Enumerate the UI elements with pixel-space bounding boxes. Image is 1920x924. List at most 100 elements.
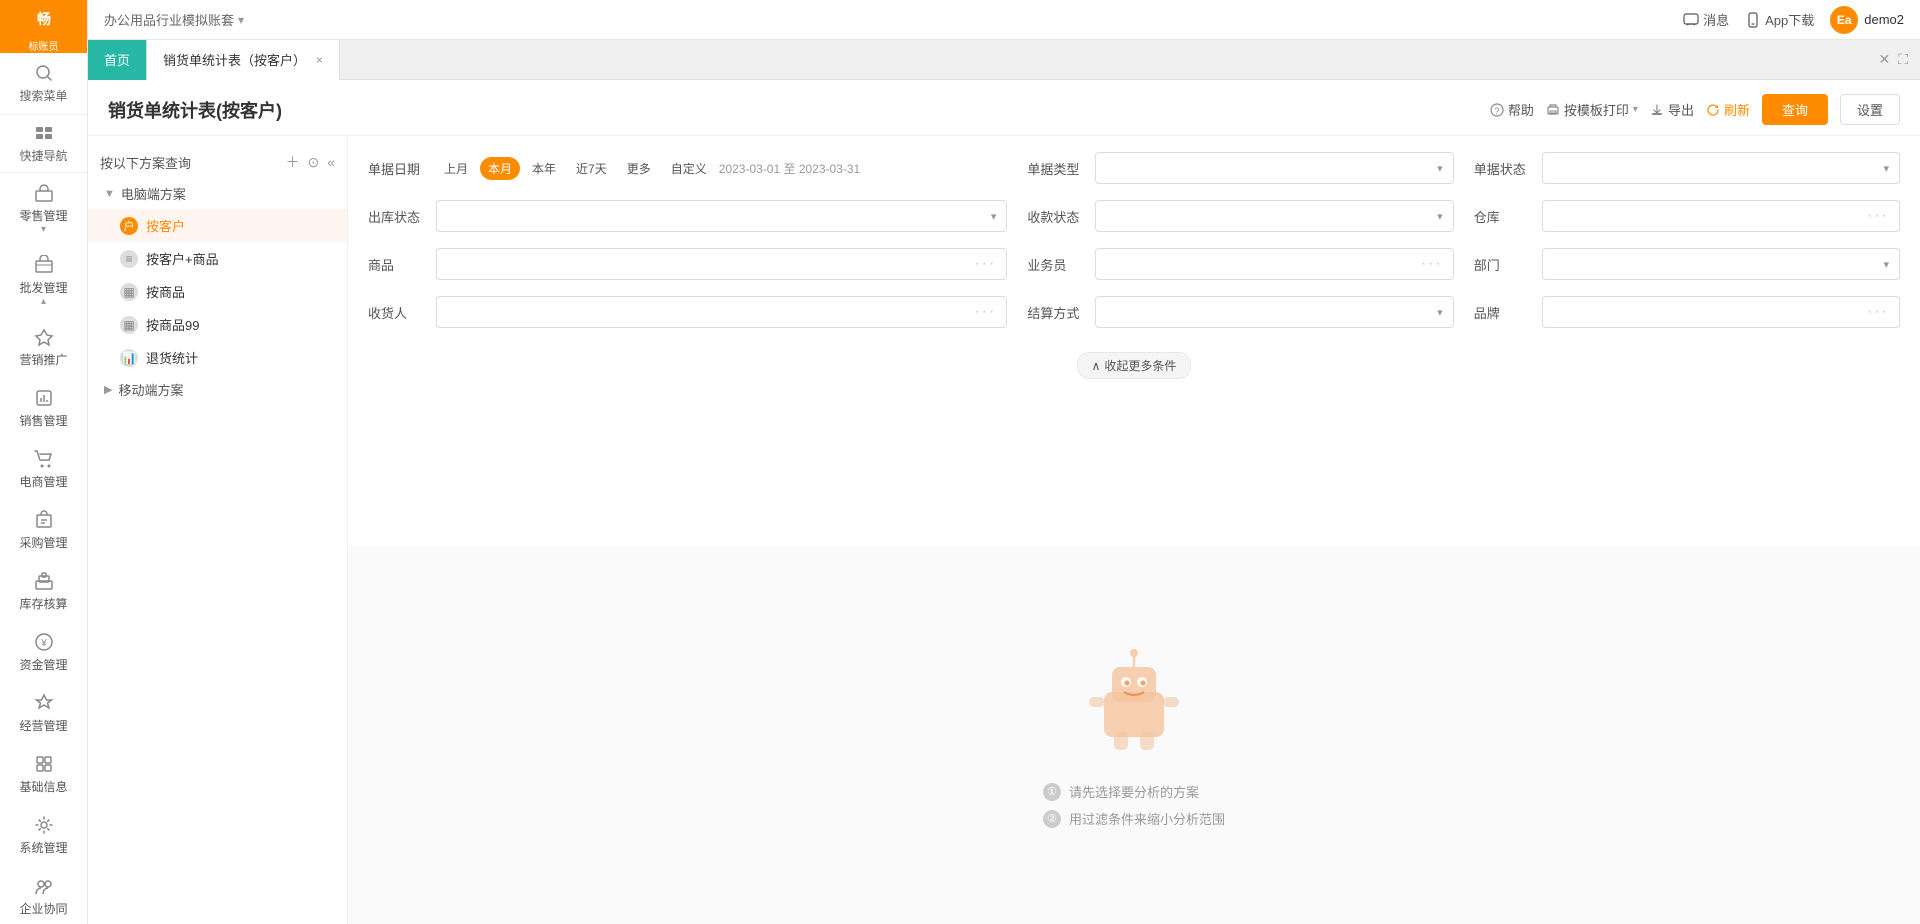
- sidebar-item-ecommerce[interactable]: 电商管理: [0, 439, 87, 500]
- export-icon: [1650, 103, 1664, 117]
- filter-brand-control[interactable]: ···: [1542, 296, 1900, 328]
- logo[interactable]: 畅 标账员: [0, 0, 88, 53]
- empty-illustration: [1074, 642, 1194, 762]
- filter-outbound-label: 出库状态: [368, 207, 428, 226]
- page-actions: ? 帮助 按模板打印 ▾: [1490, 94, 1900, 125]
- filter-warehouse-label: 仓库: [1474, 207, 1534, 226]
- filter-salesperson-dots: ···: [1421, 255, 1443, 273]
- help-btn[interactable]: ? 帮助: [1490, 100, 1534, 119]
- scheme-sub-refund[interactable]: 📊 退货统计: [88, 341, 347, 374]
- filter-payment-control[interactable]: ▾: [1095, 200, 1453, 232]
- scheme-sub-by-customer[interactable]: 户 按客户: [88, 209, 347, 242]
- scheme-group-mobile-header[interactable]: ▶ 移动端方案: [88, 374, 347, 405]
- scheme-group-desktop-arrow: ▼: [104, 188, 115, 200]
- filter-status-control[interactable]: ▾: [1542, 152, 1900, 184]
- tab-active[interactable]: 销货单统计表（按客户） ×: [147, 40, 340, 80]
- filter-settlement-control[interactable]: ▾: [1095, 296, 1453, 328]
- wholesale-icon: [34, 255, 54, 275]
- sidebar-item-inventory[interactable]: 库存核算: [0, 561, 87, 622]
- system-icon: [34, 815, 54, 835]
- scheme-edit-btn[interactable]: ⊙: [307, 154, 319, 171]
- collapse-btn[interactable]: ∧ 收起更多条件: [1077, 352, 1192, 379]
- filter-outbound-control[interactable]: ▾: [436, 200, 1007, 232]
- scheme-collapse-btn[interactable]: «: [327, 154, 335, 170]
- search-icon: [34, 63, 54, 83]
- tab-home[interactable]: 首页: [88, 40, 147, 80]
- tab-close-window-icon[interactable]: ✕: [1878, 51, 1890, 68]
- filter-brand-dots: ···: [1867, 303, 1889, 321]
- filter-goods-label: 商品: [368, 255, 428, 274]
- tab-maximize-icon[interactable]: ⛶: [1898, 51, 1908, 68]
- avatar-text: Ea: [1837, 13, 1852, 27]
- inventory-icon: [34, 571, 54, 591]
- date-btn-custom[interactable]: 自定义: [663, 157, 715, 180]
- topbar-app-btn[interactable]: App下载: [1745, 10, 1814, 29]
- sidebar-item-system[interactable]: 系统管理: [0, 805, 87, 866]
- topbar-title: 办公用品行业模拟账套 ▾: [104, 10, 244, 29]
- print-label: 按模板打印: [1564, 100, 1629, 119]
- scheme-sub-by-customer-goods[interactable]: ≡ 按客户+商品: [88, 242, 347, 275]
- empty-tip-1: ① 请先选择要分析的方案: [1043, 782, 1225, 801]
- filter-warehouse-control[interactable]: ···: [1542, 200, 1900, 232]
- filter-settlement-item: 结算方式 ▾: [1027, 296, 1453, 328]
- filter-goods-control[interactable]: ···: [436, 248, 1007, 280]
- scheme-sub-icon-cg: ≡: [120, 250, 138, 268]
- scheme-sub-by-goods99[interactable]: ▦ 按商品99: [88, 308, 347, 341]
- scheme-sub-label-customer: 按客户: [146, 216, 185, 235]
- filter-type-control[interactable]: ▾: [1095, 152, 1453, 184]
- print-btn[interactable]: 按模板打印 ▾: [1546, 100, 1638, 119]
- refresh-btn[interactable]: 刷新: [1706, 100, 1750, 119]
- collapse-bar: ∧ 收起更多条件: [368, 344, 1900, 387]
- filter-row-1: 单据日期 上月 本月 本年 近7天 更多 自定义 20: [368, 152, 1900, 184]
- filter-goods-dots: ···: [974, 255, 996, 273]
- sidebar-item-basics[interactable]: 基础信息: [0, 744, 87, 805]
- operations-icon: [34, 693, 54, 713]
- date-btn-this-month[interactable]: 本月: [480, 157, 520, 180]
- scheme-group-desktop-header[interactable]: ▼ 电脑端方案: [88, 178, 347, 209]
- filter-department-item: 部门 ▾: [1474, 248, 1900, 280]
- tip-text-1: 请先选择要分析的方案: [1069, 782, 1199, 801]
- quick-nav-btn[interactable]: 快捷导航: [0, 115, 87, 173]
- svg-text:畅: 畅: [37, 11, 51, 27]
- tab-close-btn[interactable]: ×: [316, 53, 323, 67]
- filter-consignee-item: 收货人 ···: [368, 296, 1007, 328]
- query-btn[interactable]: 查询: [1762, 94, 1828, 125]
- sidebar-label-ecommerce: 电商管理: [19, 473, 67, 490]
- sidebar-item-purchase[interactable]: 采购管理: [0, 500, 87, 561]
- msg-label: 消息: [1703, 10, 1729, 29]
- date-btn-this-year[interactable]: 本年: [524, 157, 564, 180]
- scheme-add-btn[interactable]: ＋: [285, 152, 299, 172]
- filter-department-control[interactable]: ▾: [1542, 248, 1900, 280]
- settings-btn[interactable]: 设置: [1840, 94, 1900, 125]
- sidebar-item-wholesale[interactable]: 批发管理 ▴: [0, 245, 87, 317]
- sidebar-item-operations[interactable]: 经营管理: [0, 683, 87, 744]
- empty-state: ① 请先选择要分析的方案 ② 用过滤条件来缩小分析范围: [348, 602, 1920, 868]
- scheme-header-icons: ＋ ⊙ «: [285, 152, 335, 172]
- sidebar-item-marketing[interactable]: 营销推广: [0, 317, 87, 378]
- sidebar-item-sales[interactable]: 销售管理: [0, 378, 87, 439]
- filter-consignee-control[interactable]: ···: [436, 296, 1007, 328]
- scheme-sub-by-goods[interactable]: ▦ 按商品: [88, 275, 347, 308]
- sidebar-item-retail[interactable]: 零售管理 ▾: [0, 173, 87, 245]
- tip-text-2: 用过滤条件来缩小分析范围: [1069, 809, 1225, 828]
- scheme-group-mobile-arrow: ▶: [104, 383, 112, 396]
- svg-text:?: ?: [1494, 106, 1499, 116]
- sidebar-search-btn[interactable]: 搜索菜单: [0, 53, 87, 115]
- filter-settlement-label: 结算方式: [1027, 303, 1087, 322]
- export-btn[interactable]: 导出: [1650, 100, 1694, 119]
- topbar-user[interactable]: Ea demo2: [1830, 6, 1904, 34]
- sidebar-label-marketing: 营销推广: [19, 351, 67, 368]
- filter-status-item: 单据状态 ▾: [1474, 152, 1900, 184]
- date-btn-last-month[interactable]: 上月: [436, 157, 476, 180]
- page-title: 销货单统计表(按客户): [108, 97, 282, 123]
- sidebar-item-cooperation[interactable]: 企业协同: [0, 866, 87, 924]
- topbar-msg-btn[interactable]: 消息: [1683, 10, 1729, 29]
- date-btn-7days[interactable]: 近7天: [568, 157, 615, 180]
- logo-icon: 畅: [26, 0, 62, 36]
- sidebar-item-finance[interactable]: ¥ 资金管理: [0, 622, 87, 683]
- scheme-sub-label-goods: 按商品: [146, 282, 185, 301]
- filter-type-item: 单据类型 ▾: [1027, 152, 1453, 184]
- date-btn-more[interactable]: 更多: [619, 157, 659, 180]
- topbar-title-text: 办公用品行业模拟账套: [104, 10, 234, 29]
- filter-salesperson-control[interactable]: ···: [1095, 248, 1453, 280]
